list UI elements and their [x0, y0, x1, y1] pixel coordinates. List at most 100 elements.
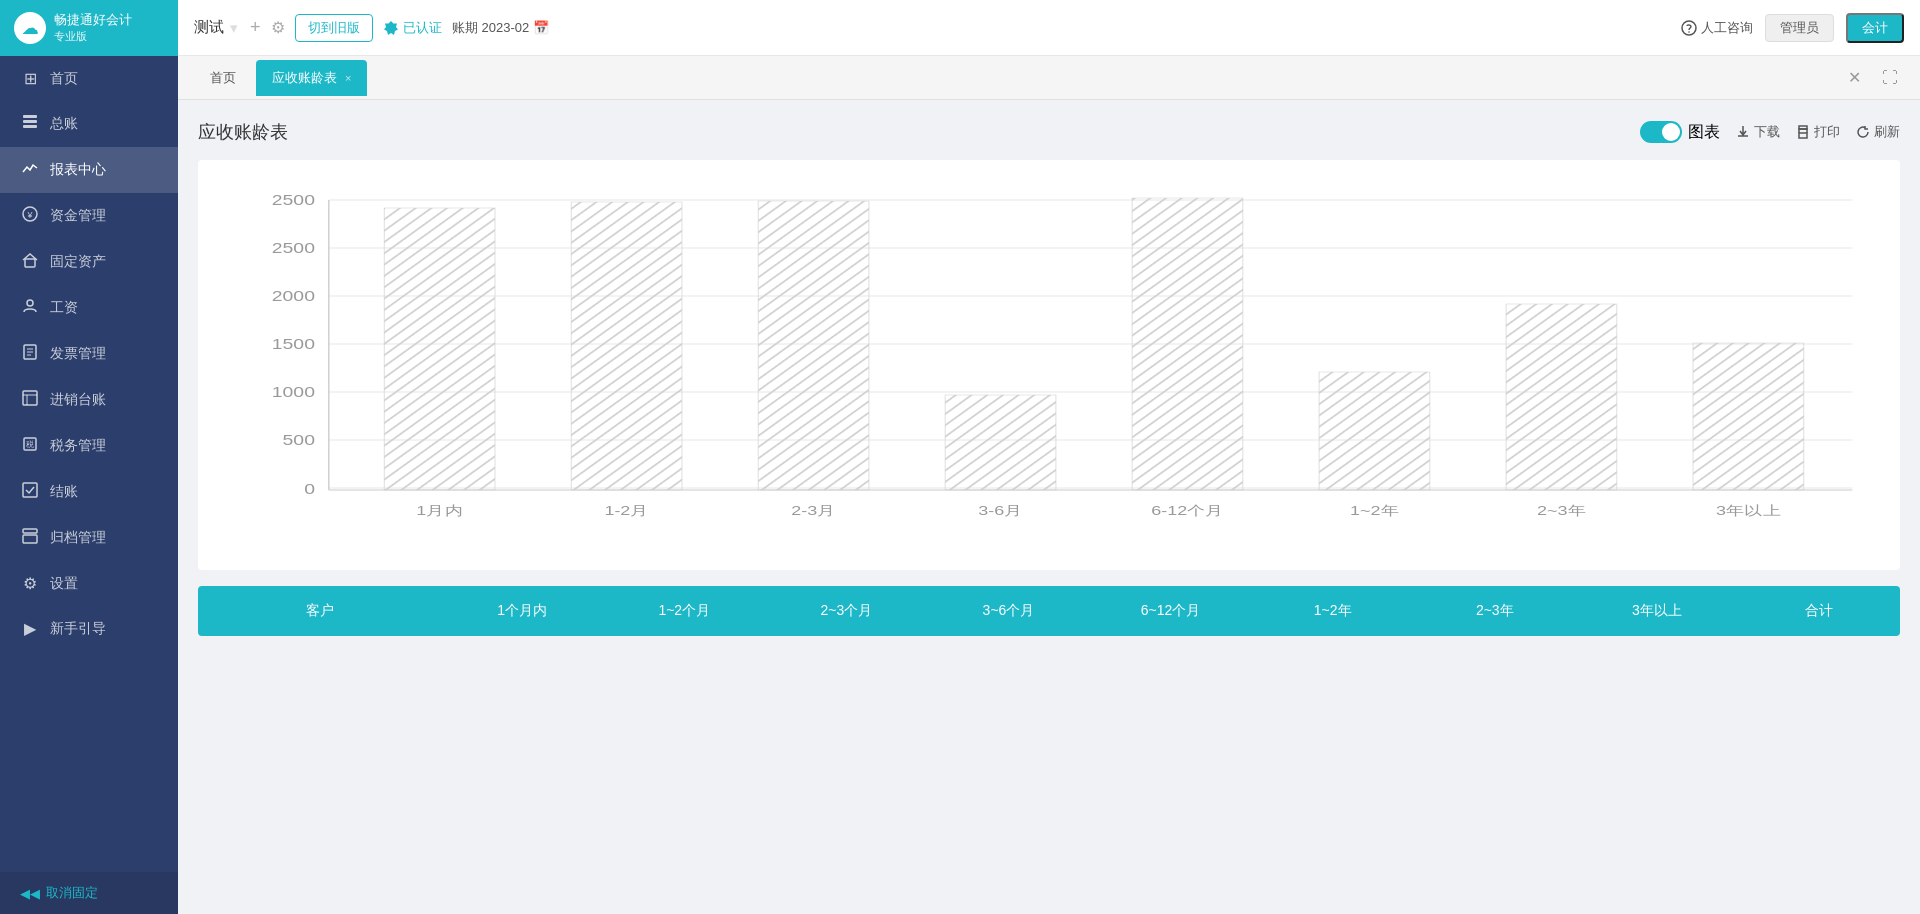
tax-icon: 税	[20, 436, 40, 456]
header-2-3y: 2~3年	[1414, 586, 1576, 636]
svg-text:2000: 2000	[272, 289, 315, 305]
svg-text:500: 500	[283, 433, 315, 449]
sidebar-nav: ⊞ 首页 总账 报表中心 ¥ 资金管理 固定资产	[0, 56, 178, 872]
assets-icon	[20, 252, 40, 272]
sidebar-item-archive[interactable]: 归档管理	[0, 515, 178, 561]
unpin-icon: ◀◀	[20, 886, 40, 901]
project-name: 测试 ▾	[194, 18, 238, 37]
svg-text:1-2月: 1-2月	[604, 503, 648, 517]
unpin-button[interactable]: ◀◀ 取消固定	[0, 872, 178, 914]
svg-rect-1	[23, 120, 37, 123]
sidebar-item-guide[interactable]: ▶ 新手引导	[0, 606, 178, 651]
svg-text:¥: ¥	[26, 210, 33, 220]
tab-home[interactable]: 首页	[194, 60, 252, 96]
svg-rect-17	[23, 529, 37, 533]
svg-rect-2	[23, 125, 37, 128]
settings-icon: ⚙	[20, 574, 40, 593]
sidebar-item-home[interactable]: ⊞ 首页	[0, 56, 178, 101]
main-area: 测试 ▾ + ⚙ 切到旧版 已认证 账期 2023-02 📅 人工咨询 管理员 …	[178, 0, 1920, 914]
logo-text: 畅捷通好会计 专业版	[54, 12, 132, 43]
svg-rect-38	[384, 208, 495, 490]
header-2-3m: 2~3个月	[765, 586, 927, 636]
chart-area: 0 500 1000 1500 2000 2500 2500 1	[218, 180, 1880, 560]
guide-icon: ▶	[20, 619, 40, 638]
svg-text:1~2年: 1~2年	[1350, 503, 1399, 517]
svg-rect-5	[25, 259, 35, 267]
tabbar-right: ✕ ⛶	[1840, 64, 1904, 92]
logo-icon: ☁	[14, 12, 46, 44]
trade-icon	[20, 390, 40, 410]
bar-chart: 0 500 1000 1500 2000 2500 2500 1	[218, 180, 1880, 560]
expand-button[interactable]: ⛶	[1876, 64, 1904, 92]
sidebar-item-trade[interactable]: 进销台账	[0, 377, 178, 423]
svg-rect-50	[1506, 304, 1617, 490]
consult-button[interactable]: 人工咨询	[1681, 19, 1753, 37]
tab-close-icon[interactable]: ×	[345, 72, 351, 84]
settings-gear-icon[interactable]: ⚙	[271, 18, 285, 37]
payroll-icon	[20, 298, 40, 318]
ledger-icon	[20, 114, 40, 134]
svg-text:2-3月: 2-3月	[791, 503, 835, 517]
sidebar-item-assets[interactable]: 固定资产	[0, 239, 178, 285]
svg-rect-11	[23, 391, 37, 405]
svg-text:3年以上: 3年以上	[1716, 503, 1781, 517]
header-3y-plus: 3年以上	[1576, 586, 1738, 636]
chart-toggle-switch[interactable]	[1640, 121, 1682, 143]
header-1-2m: 1~2个月	[603, 586, 765, 636]
sidebar-item-payroll[interactable]: 工资	[0, 285, 178, 331]
sidebar-item-settings[interactable]: ⚙ 设置	[0, 561, 178, 606]
svg-text:3-6月: 3-6月	[978, 503, 1022, 517]
header-6-12m: 6~12个月	[1090, 586, 1252, 636]
svg-rect-40	[571, 202, 682, 490]
svg-point-6	[27, 300, 33, 306]
tabbar: 首页 应收账龄表 × ✕ ⛶	[178, 56, 1920, 100]
verified-badge: 已认证	[383, 19, 442, 37]
download-button[interactable]: 下载	[1736, 123, 1780, 141]
table-container: 客户 1个月内 1~2个月 2~3个月 3~6个月 6~12个月 1~2年 2~…	[198, 586, 1900, 636]
topbar-right: 人工咨询 管理员 会计	[1681, 13, 1904, 43]
chart-toggle: 图表	[1640, 121, 1720, 143]
svg-text:6-12个月: 6-12个月	[1151, 503, 1224, 517]
sidebar-logo: ☁ 畅捷通好会计 专业版	[0, 0, 178, 56]
page-title: 应收账龄表	[198, 120, 288, 144]
svg-rect-44	[945, 395, 1056, 490]
period-info: 账期 2023-02 📅	[452, 19, 550, 37]
switch-version-button[interactable]: 切到旧版	[295, 14, 373, 42]
svg-text:1月内: 1月内	[416, 503, 463, 517]
sidebar-item-reports[interactable]: 报表中心	[0, 147, 178, 193]
content-area: 应收账龄表 图表 下载 打印 刷新	[178, 100, 1920, 914]
table-header: 客户 1个月内 1~2个月 2~3个月 3~6个月 6~12个月 1~2年 2~…	[198, 586, 1900, 636]
svg-text:2~3年: 2~3年	[1537, 503, 1586, 517]
refresh-button[interactable]: 刷新	[1856, 123, 1900, 141]
archive-icon	[20, 528, 40, 548]
svg-rect-18	[23, 535, 37, 543]
add-button[interactable]: +	[250, 17, 261, 38]
svg-text:1000: 1000	[272, 385, 315, 401]
sidebar-item-invoice[interactable]: 发票管理	[0, 331, 178, 377]
page-header: 应收账龄表 图表 下载 打印 刷新	[198, 120, 1900, 144]
home-icon: ⊞	[20, 69, 40, 88]
page-actions: 图表 下载 打印 刷新	[1640, 121, 1900, 143]
sidebar-item-funds[interactable]: ¥ 资金管理	[0, 193, 178, 239]
svg-point-20	[1688, 31, 1690, 33]
svg-rect-42	[758, 201, 869, 490]
close-tab-button[interactable]: ✕	[1840, 64, 1868, 92]
sidebar-item-ledger[interactable]: 总账	[0, 101, 178, 147]
svg-text:2500: 2500	[272, 193, 315, 209]
funds-icon: ¥	[20, 206, 40, 226]
svg-rect-46	[1132, 198, 1243, 490]
svg-text:2500: 2500	[272, 241, 315, 257]
tab-aging[interactable]: 应收账龄表 ×	[256, 60, 367, 96]
topbar: 测试 ▾ + ⚙ 切到旧版 已认证 账期 2023-02 📅 人工咨询 管理员 …	[178, 0, 1920, 56]
sidebar-item-tax[interactable]: 税 税务管理	[0, 423, 178, 469]
calendar-icon[interactable]: 📅	[533, 20, 549, 35]
svg-text:税: 税	[26, 440, 34, 449]
sidebar-item-checkout[interactable]: 结账	[0, 469, 178, 515]
svg-point-19	[1682, 21, 1696, 35]
print-button[interactable]: 打印	[1796, 123, 1840, 141]
role-button[interactable]: 会计	[1846, 13, 1904, 43]
svg-text:0: 0	[304, 482, 315, 498]
chart-container: 0 500 1000 1500 2000 2500 2500 1	[198, 160, 1900, 570]
admin-button[interactable]: 管理员	[1765, 14, 1834, 42]
svg-text:1500: 1500	[272, 337, 315, 353]
